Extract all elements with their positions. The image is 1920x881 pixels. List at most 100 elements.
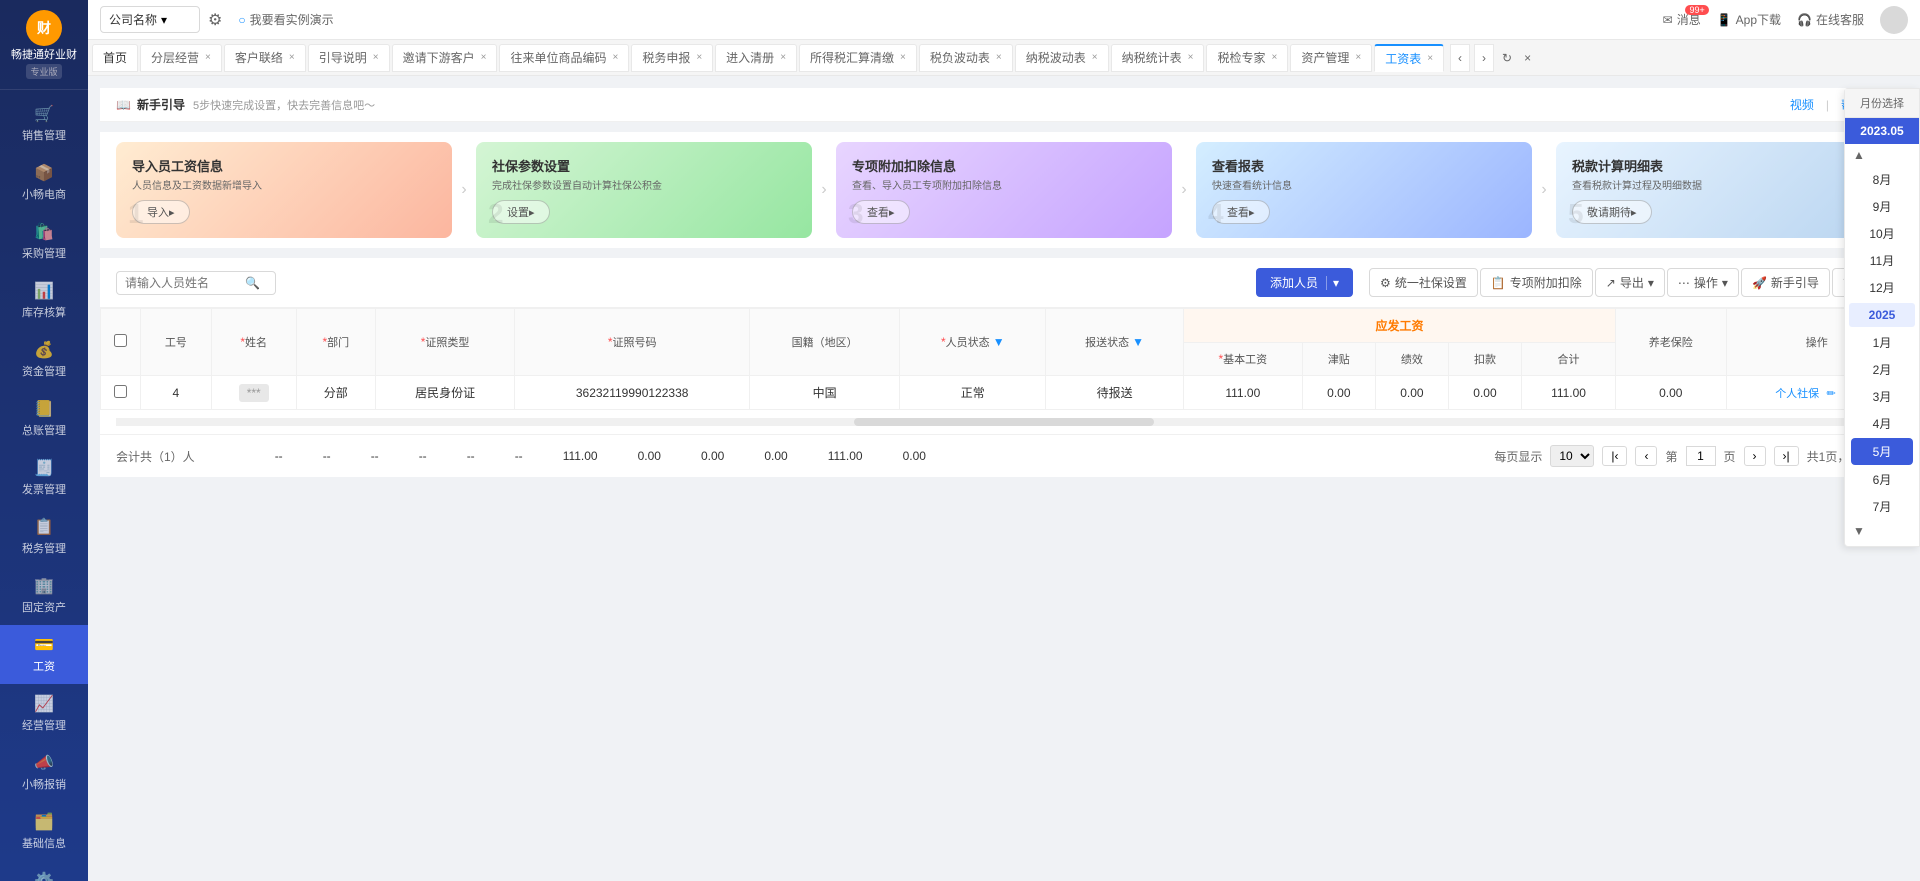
tabs-close-btn[interactable]: ×: [1520, 47, 1535, 69]
tab-close-icon[interactable]: ×: [996, 52, 1002, 63]
tab-close-icon[interactable]: ×: [1092, 52, 1098, 63]
app-download-btn[interactable]: 📱 App下载: [1717, 11, 1781, 28]
tab-close-icon[interactable]: ×: [1355, 52, 1361, 63]
month-item-3[interactable]: 3月: [1845, 383, 1919, 410]
sidebar-item-label: 小畅电商: [22, 186, 66, 202]
sidebar-item-finance[interactable]: 💰 资金管理: [0, 330, 88, 389]
sidebar-item-operations[interactable]: 📈 经营管理: [0, 684, 88, 743]
month-item-11[interactable]: 11月: [1845, 247, 1919, 274]
tabs-prev-btn[interactable]: ‹: [1450, 44, 1470, 72]
tab-label: 纳税统计表: [1122, 49, 1182, 66]
tab-fen-ceng[interactable]: 分层经营 ×: [140, 44, 222, 72]
operations-btn[interactable]: ⋯ 操作 ▾: [1667, 268, 1739, 297]
month-item-7[interactable]: 7月: [1845, 493, 1919, 520]
row-checkbox[interactable]: [114, 385, 127, 398]
user-avatar[interactable]: [1880, 6, 1908, 34]
month-item-12[interactable]: 12月: [1845, 274, 1919, 301]
tab-home[interactable]: 首页: [92, 44, 138, 72]
tabs-refresh-btn[interactable]: ↻: [1498, 47, 1516, 69]
month-item-8[interactable]: 8月: [1845, 166, 1919, 193]
page-input[interactable]: [1686, 446, 1716, 466]
page-last-btn[interactable]: ›|: [1774, 446, 1799, 466]
tabs-next-btn[interactable]: ›: [1474, 44, 1494, 72]
tab-na-shui-bo[interactable]: 纳税波动表 ×: [1015, 44, 1109, 72]
sidebar-item-system[interactable]: ⚙️ 系统管理: [0, 861, 88, 881]
sidebar-item-salary[interactable]: 💳 工资: [0, 625, 88, 684]
logo-icon: 财: [26, 10, 62, 46]
sidebar-item-ledger[interactable]: 📒 总账管理: [0, 389, 88, 448]
tab-close-icon[interactable]: ×: [900, 52, 906, 63]
search-icon[interactable]: 🔍: [245, 276, 260, 290]
export-btn[interactable]: ↗ 导出 ▾: [1595, 268, 1665, 297]
tab-na-shui-ji[interactable]: 纳税统计表 ×: [1111, 44, 1205, 72]
month-item-6[interactable]: 6月: [1845, 466, 1919, 493]
tab-close-icon[interactable]: ×: [481, 52, 487, 63]
month-nav-down[interactable]: ▼: [1851, 522, 1867, 540]
demo-link[interactable]: ○ 我要看实例演示: [238, 11, 333, 28]
guide-bar: 📖 新手引导 5步快速完成设置，快去完善信息吧～ 视频 | 帮助 ×: [100, 88, 1908, 122]
sidebar-item-purchase[interactable]: 🛍️ 采购管理: [0, 212, 88, 271]
sidebar-item-inventory[interactable]: 📊 库存核算: [0, 271, 88, 330]
tab-label: 进入清册: [726, 49, 774, 66]
support-btn[interactable]: 🎧 在线客服: [1797, 11, 1864, 28]
tab-close-icon[interactable]: ×: [1188, 52, 1194, 63]
tab-shen-bao[interactable]: 税务申报 ×: [631, 44, 713, 72]
tab-close-icon[interactable]: ×: [289, 52, 295, 63]
tab-close-icon[interactable]: ×: [612, 52, 618, 63]
tab-ke-hu[interactable]: 客户联络 ×: [224, 44, 306, 72]
sidebar-item-label: 库存核算: [22, 304, 66, 320]
month-nav-up[interactable]: ▲: [1851, 146, 1867, 164]
tab-yao-qing[interactable]: 邀请下游客户 ×: [392, 44, 498, 72]
tab-yin-dao[interactable]: 引导说明 ×: [308, 44, 390, 72]
row-action-edit[interactable]: ✏: [1827, 388, 1836, 400]
sidebar-item-basic[interactable]: 🗂️ 基础信息: [0, 802, 88, 861]
tab-close-icon[interactable]: ×: [1427, 53, 1433, 64]
sidebar-item-tax[interactable]: 📋 税务管理: [0, 507, 88, 566]
unified-settings-btn[interactable]: ⚙ 统一社保设置: [1369, 268, 1478, 297]
page-first-btn[interactable]: |‹: [1602, 446, 1627, 466]
page-next-btn[interactable]: ›: [1744, 446, 1766, 466]
tab-gong-zi[interactable]: 工资表 ×: [1374, 44, 1444, 72]
month-item-2[interactable]: 2月: [1845, 356, 1919, 383]
tab-close-icon[interactable]: ×: [373, 52, 379, 63]
scrollbar-thumb[interactable]: [854, 418, 1154, 426]
row-action-social[interactable]: 个人社保: [1775, 388, 1819, 400]
tab-mian-shui[interactable]: 税负波动表 ×: [919, 44, 1013, 72]
tab-close-icon[interactable]: ×: [780, 52, 786, 63]
tab-qing-ce[interactable]: 进入清册 ×: [715, 44, 797, 72]
month-item-10[interactable]: 10月: [1845, 220, 1919, 247]
tab-suo-de-shui[interactable]: 所得税汇算清缴 ×: [799, 44, 917, 72]
tab-wang-lai[interactable]: 往来单位商品编码 ×: [499, 44, 629, 72]
new-guide-btn[interactable]: 🚀 新手引导: [1741, 268, 1830, 297]
tab-close-icon[interactable]: ×: [696, 52, 702, 63]
month-item-5[interactable]: 5月: [1851, 438, 1913, 465]
add-person-btn[interactable]: 添加人员 ▾: [1256, 268, 1353, 297]
month-item-4[interactable]: 4月: [1845, 410, 1919, 437]
step-2-title: 社保参数设置: [492, 156, 796, 175]
report-filter-icon[interactable]: ▼: [1132, 335, 1144, 349]
sidebar-item-assets[interactable]: 🏢 固定资产: [0, 566, 88, 625]
salary-table-wrapper: 工号 *姓名 *部门 *证照类型 *证照号码: [100, 308, 1908, 410]
select-all-checkbox[interactable]: [114, 334, 127, 347]
guide-video-btn[interactable]: 视频: [1790, 96, 1814, 113]
company-dropdown[interactable]: 公司名称 ▾: [100, 6, 200, 33]
special-deduction-btn[interactable]: 📋 专项附加扣除: [1480, 268, 1593, 297]
month-item-1[interactable]: 1月: [1845, 329, 1919, 356]
sidebar-item-ecommerce[interactable]: 📦 小畅电商: [0, 153, 88, 212]
table-row: 4 *** 分部 居民身份证 36232119990122338 中国 正常 待…: [101, 376, 1908, 410]
settings-button[interactable]: ⚙: [208, 10, 222, 30]
month-item-9[interactable]: 9月: [1845, 193, 1919, 220]
page-prev-btn[interactable]: ‹: [1635, 446, 1657, 466]
sidebar-item-invoice[interactable]: 🧾 发票管理: [0, 448, 88, 507]
status-filter-icon[interactable]: ▼: [993, 335, 1005, 349]
message-btn[interactable]: ✉ 消息 99+: [1663, 11, 1701, 28]
tab-close-icon[interactable]: ×: [1271, 52, 1277, 63]
search-input[interactable]: [125, 276, 245, 290]
sidebar-item-sales[interactable]: 🛒 销售管理: [0, 94, 88, 153]
tab-shui-jian[interactable]: 税检专家 ×: [1206, 44, 1288, 72]
tab-zi-chan[interactable]: 资产管理 ×: [1290, 44, 1372, 72]
tab-close-icon[interactable]: ×: [205, 52, 211, 63]
sidebar-item-marketing[interactable]: 📣 小畅报销: [0, 743, 88, 802]
step-5-btn[interactable]: 敬请期待▸: [1572, 200, 1652, 224]
page-size-select[interactable]: 10 20 50: [1550, 445, 1594, 467]
